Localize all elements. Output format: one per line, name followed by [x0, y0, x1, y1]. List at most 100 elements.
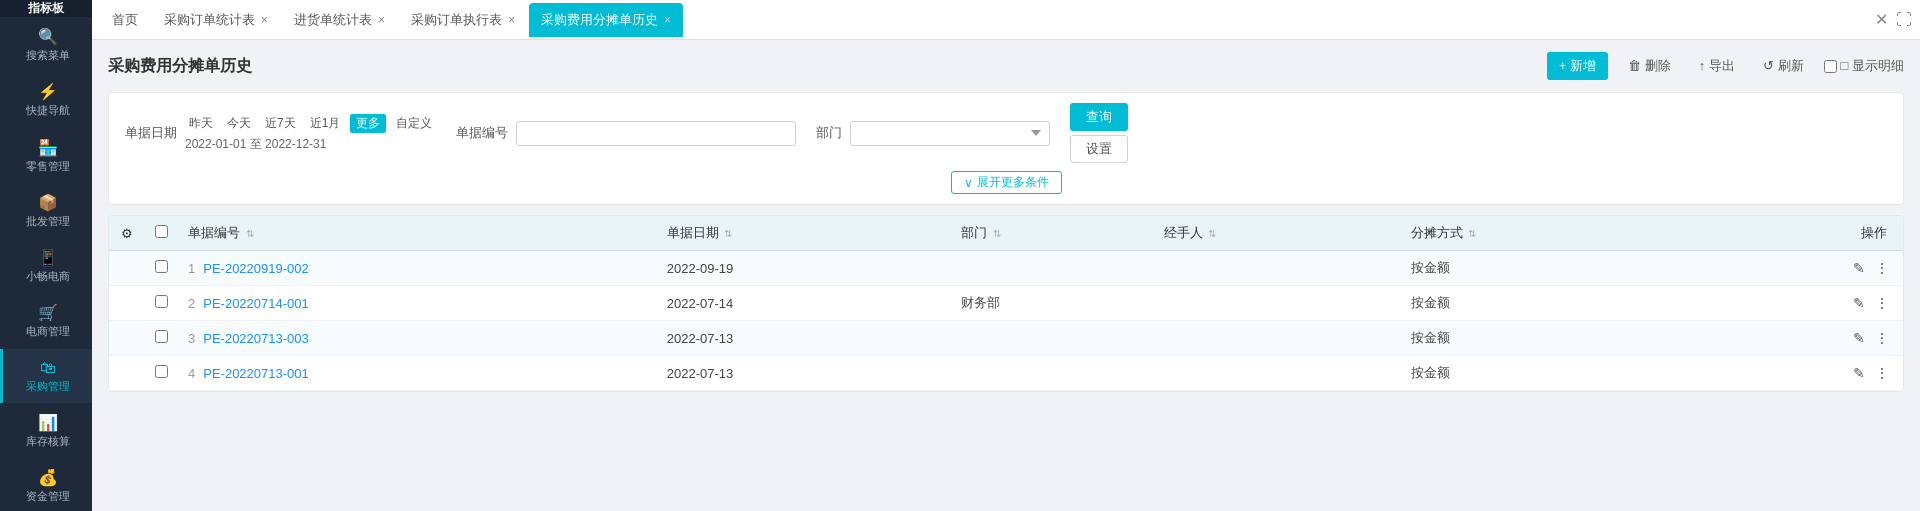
- tab-maximize-icon[interactable]: ⛶: [1896, 11, 1912, 29]
- row-handler-cell: [1154, 356, 1401, 391]
- dept-field: 部门: [816, 121, 1050, 146]
- add-button[interactable]: + 新增: [1547, 52, 1608, 80]
- main-area: 首页 采购订单统计表 × 进货单统计表 × 采购订单执行表 × 采购费用分摊单历…: [92, 0, 1920, 511]
- sidebar-item-quick-nav[interactable]: ⚡ 快捷导航: [0, 72, 92, 127]
- col-header-checkbox[interactable]: [145, 216, 178, 251]
- shortcut-7days[interactable]: 近7天: [261, 114, 300, 133]
- delete-button[interactable]: 🗑 删除: [1620, 53, 1679, 79]
- sidebar-item-search[interactable]: 🔍 搜索菜单: [0, 17, 92, 72]
- table-row: 2PE-20220714-001 2022-07-14 财务部 按金额 ✎ ⋮: [109, 286, 1903, 321]
- row-edit-icon[interactable]: ✎: [1851, 293, 1867, 313]
- tab-purchase-fee-history-label: 采购费用分摊单历史: [541, 11, 658, 29]
- row-edit-icon[interactable]: ✎: [1851, 258, 1867, 278]
- row-checkbox-2[interactable]: [155, 330, 168, 343]
- refresh-button[interactable]: ↺ 刷新: [1755, 53, 1812, 79]
- row-settings-cell: [109, 356, 145, 391]
- tab-inbound-stats-label: 进货单统计表: [294, 11, 372, 29]
- tab-purchase-order-stats[interactable]: 采购订单统计表 ×: [152, 3, 280, 37]
- tab-home-label: 首页: [112, 11, 138, 29]
- row-checkbox-1[interactable]: [155, 295, 168, 308]
- tab-purchase-fee-history-close[interactable]: ×: [664, 13, 671, 27]
- search-area: 单据日期 昨天 今天 近7天 近1月 更多 自定义 2022-01-01 至 2…: [108, 92, 1904, 205]
- table-container: ⚙ 单据编号 ⇅ 单据日期 ⇅ 部门 ⇅: [108, 215, 1904, 392]
- row-more-icon[interactable]: ⋮: [1873, 293, 1891, 313]
- shortcut-custom[interactable]: 自定义: [392, 114, 436, 133]
- tab-purchase-order-stats-close[interactable]: ×: [261, 13, 268, 27]
- shortcut-1month[interactable]: 近1月: [306, 114, 345, 133]
- retail-icon: 🏪: [7, 138, 88, 157]
- col-header-doc-date[interactable]: 单据日期 ⇅: [657, 216, 951, 251]
- sidebar-item-purchase[interactable]: 🛍 采购管理: [0, 349, 92, 403]
- show-columns-label: □ 显示明细: [1841, 57, 1904, 75]
- row-num-cell: 4PE-20220713-001: [178, 356, 657, 391]
- col-header-handler[interactable]: 经手人 ⇅: [1154, 216, 1401, 251]
- row-edit-icon[interactable]: ✎: [1851, 363, 1867, 383]
- tab-purchase-order-exec-close[interactable]: ×: [508, 13, 515, 27]
- tab-inbound-stats[interactable]: 进货单统计表 ×: [282, 3, 397, 37]
- tab-inbound-stats-close[interactable]: ×: [378, 13, 385, 27]
- chevron-down-icon: ∨: [964, 176, 973, 190]
- col-header-alloc-method[interactable]: 分摊方式 ⇅: [1401, 216, 1692, 251]
- row-doc-no-link[interactable]: PE-20220713-003: [203, 331, 309, 346]
- sidebar-item-ecom[interactable]: 🛒 电商管理: [0, 293, 92, 348]
- sidebar-item-retail[interactable]: 🏪 零售管理: [0, 128, 92, 183]
- ecom-icon: 🛒: [7, 303, 88, 322]
- query-button[interactable]: 查询: [1070, 103, 1128, 131]
- tab-purchase-fee-history[interactable]: 采购费用分摊单历史 ×: [529, 3, 683, 37]
- export-button[interactable]: ↑ 导出: [1691, 53, 1743, 79]
- shortcut-more[interactable]: 更多: [350, 114, 386, 133]
- row-alloc-method-cell: 按金额: [1401, 321, 1692, 356]
- row-checkbox-3[interactable]: [155, 365, 168, 378]
- sidebar-item-ecom-small-label: 小畅电商: [7, 269, 88, 283]
- col-header-settings[interactable]: ⚙: [109, 216, 145, 251]
- tab-home[interactable]: 首页: [100, 3, 150, 37]
- col-header-actions: 操作: [1692, 216, 1903, 251]
- table-row: 3PE-20220713-003 2022-07-13 按金额 ✎ ⋮: [109, 321, 1903, 356]
- sidebar-item-ecom-small[interactable]: 📱 小畅电商: [0, 238, 92, 293]
- row-more-icon[interactable]: ⋮: [1873, 363, 1891, 383]
- col-header-doc-no[interactable]: 单据编号 ⇅: [178, 216, 657, 251]
- row-checkbox-0[interactable]: [155, 260, 168, 273]
- sidebar-item-finance[interactable]: 💰 资金管理: [0, 458, 92, 511]
- sidebar-item-wholesale[interactable]: 📦 批发管理: [0, 183, 92, 238]
- tab-close-all-icon[interactable]: ✕: [1875, 10, 1888, 29]
- row-dept-cell: [951, 251, 1154, 286]
- dept-select[interactable]: [850, 121, 1050, 146]
- doc-no-field: 单据编号: [456, 121, 796, 146]
- row-checkbox-cell[interactable]: [145, 356, 178, 391]
- col-header-dept[interactable]: 部门 ⇅: [951, 216, 1154, 251]
- row-doc-no-link[interactable]: PE-20220919-002: [203, 261, 309, 276]
- shortcut-yesterday[interactable]: 昨天: [185, 114, 217, 133]
- row-checkbox-cell[interactable]: [145, 251, 178, 286]
- row-edit-icon[interactable]: ✎: [1851, 328, 1867, 348]
- row-checkbox-cell[interactable]: [145, 321, 178, 356]
- row-dept-cell: 财务部: [951, 286, 1154, 321]
- row-num-cell: 3PE-20220713-003: [178, 321, 657, 356]
- col-handler-label: 经手人: [1164, 225, 1203, 240]
- show-columns-checkbox-label[interactable]: □ 显示明细: [1824, 57, 1904, 75]
- shortcut-today[interactable]: 今天: [223, 114, 255, 133]
- settings-button[interactable]: 设置: [1070, 135, 1128, 163]
- col-doc-no-label: 单据编号: [188, 225, 240, 240]
- sidebar-item-inventory[interactable]: 📊 库存核算: [0, 403, 92, 458]
- tab-purchase-order-exec[interactable]: 采购订单执行表 ×: [399, 3, 527, 37]
- row-doc-no-link[interactable]: PE-20220714-001: [203, 296, 309, 311]
- show-columns-checkbox[interactable]: [1824, 60, 1837, 73]
- row-more-icon[interactable]: ⋮: [1873, 258, 1891, 278]
- page-title: 采购费用分摊单历史: [108, 56, 252, 77]
- row-doc-no-link[interactable]: PE-20220713-001: [203, 366, 309, 381]
- doc-no-input[interactable]: [516, 121, 796, 146]
- row-checkbox-cell[interactable]: [145, 286, 178, 321]
- toolbar: + 新增 🗑 删除 ↑ 导出 ↺ 刷新 □ 显示明细: [1547, 52, 1904, 80]
- sidebar-item-retail-label: 零售管理: [7, 159, 88, 173]
- row-actions-cell: ✎ ⋮: [1692, 251, 1903, 286]
- tab-purchase-order-exec-label: 采购订单执行表: [411, 11, 502, 29]
- sidebar-item-ecom-label: 电商管理: [7, 324, 88, 338]
- expand-conditions-button[interactable]: ∨ 展开更多条件: [951, 171, 1062, 194]
- row-alloc-method-cell: 按金额: [1401, 286, 1692, 321]
- row-dept-cell: [951, 321, 1154, 356]
- row-more-icon[interactable]: ⋮: [1873, 328, 1891, 348]
- wholesale-icon: 📦: [7, 193, 88, 212]
- select-all-checkbox[interactable]: [155, 225, 168, 238]
- row-actions-cell: ✎ ⋮: [1692, 321, 1903, 356]
